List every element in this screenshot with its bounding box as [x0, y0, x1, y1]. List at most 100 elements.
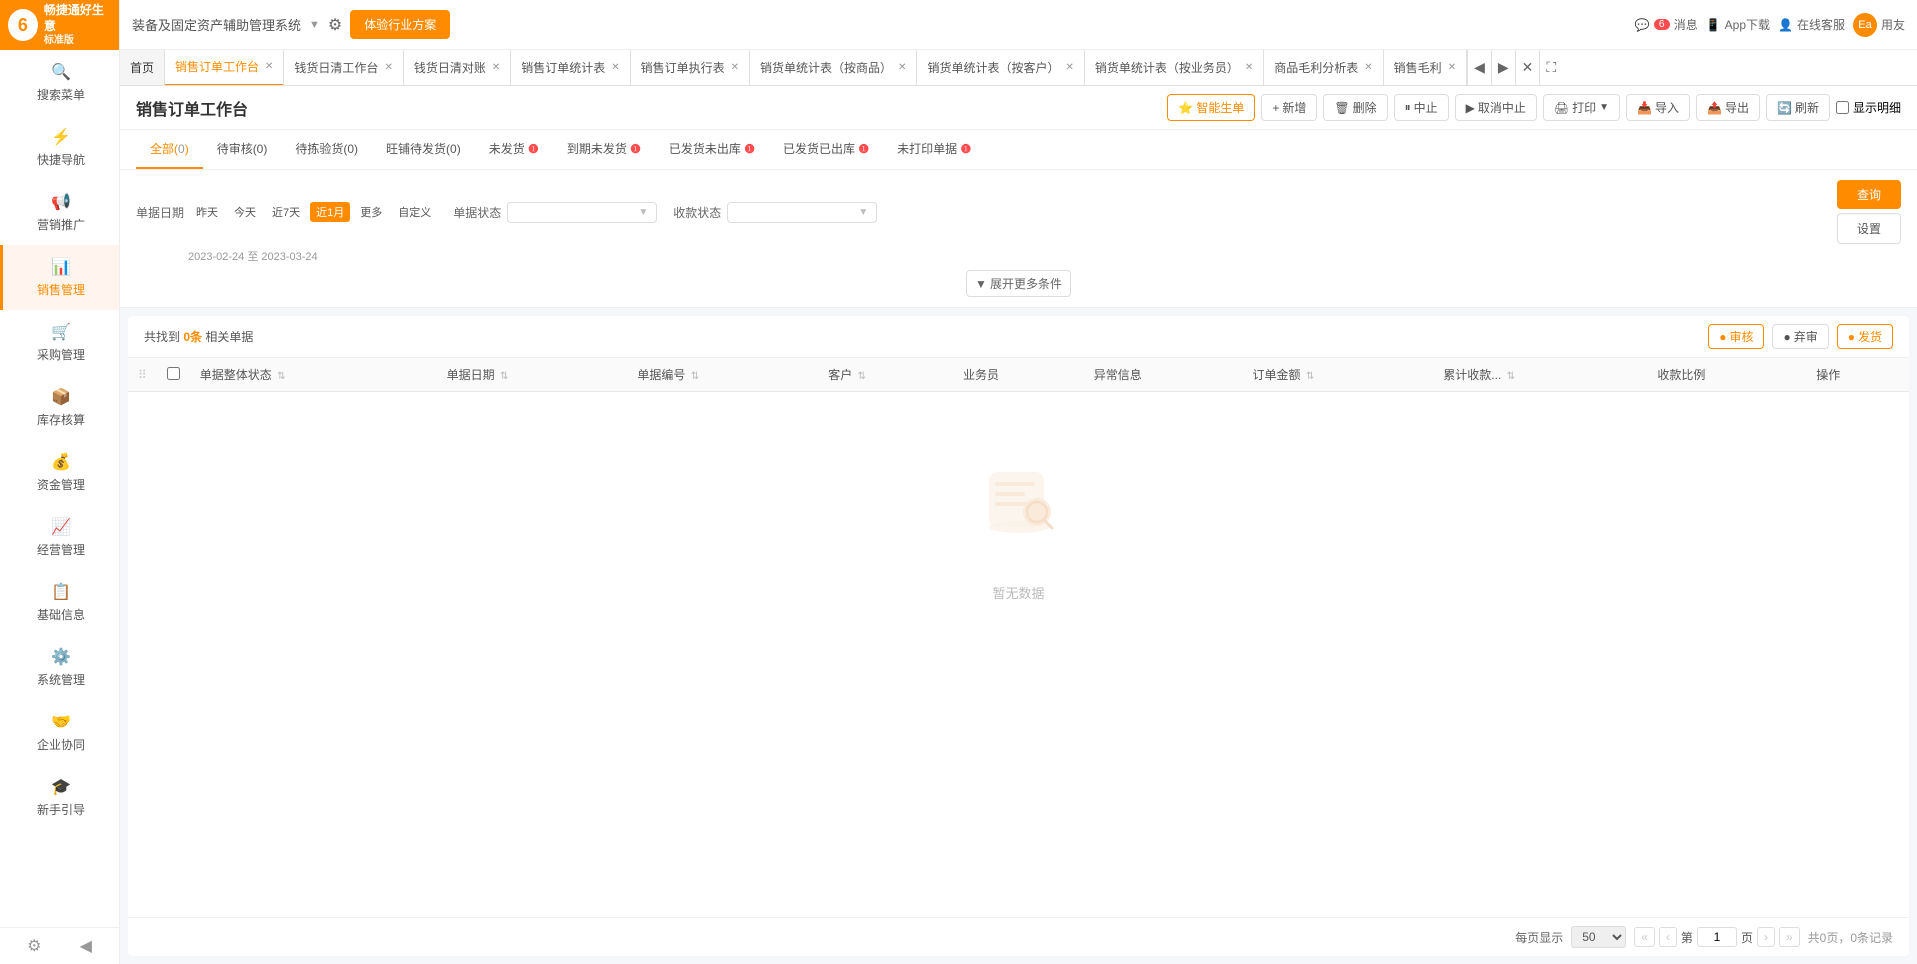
sidebar-item-label: 营销推广 [37, 216, 85, 233]
tab-sales-by-staff[interactable]: 销货单统计表（按业务员） ✕ [1085, 50, 1264, 86]
tab-maximize[interactable]: ⛶ [1539, 50, 1562, 86]
tab-close-icon[interactable]: ✕ [898, 62, 906, 73]
col-date[interactable]: 单据日期 ⇅ [437, 358, 628, 392]
tab-gross-margin[interactable]: 商品毛利分析表 ✕ [1264, 50, 1383, 86]
tab-label: 钱货日清工作台 [294, 59, 378, 76]
sidebar-item-sales[interactable]: 📊 销售管理 [0, 245, 119, 310]
filter-tab-pending-audit[interactable]: 待审核(0) [203, 130, 282, 169]
tab-close-icon[interactable]: ✕ [384, 62, 392, 73]
status-select[interactable]: ▼ [507, 202, 657, 223]
page-first-btn[interactable]: « [1634, 927, 1655, 947]
sidebar-item-search[interactable]: 🔍 搜索菜单 [0, 50, 119, 115]
ship-button[interactable]: ● 发货 [1837, 324, 1893, 349]
page-next-btn[interactable]: › [1757, 927, 1775, 947]
tab-close-icon[interactable]: ✕ [731, 62, 739, 73]
user-menu[interactable]: Ea 用友 [1853, 13, 1905, 37]
filter-tab-not-printed[interactable]: 未打印单据 ❶ [883, 130, 985, 169]
page-size-select[interactable]: 50 10 20 100 [1571, 926, 1626, 948]
filter-tab-shipped-not-out[interactable]: 已发货未出库 ❶ [655, 130, 769, 169]
sidebar-item-finance[interactable]: 💰 资金管理 [0, 440, 119, 505]
tab-close-icon[interactable]: ✕ [1364, 62, 1372, 73]
shortcut-7days[interactable]: 近7天 [266, 202, 306, 222]
expand-conditions-btn[interactable]: ▼ 展开更多条件 [966, 270, 1071, 297]
sidebar-item-business[interactable]: 📈 经营管理 [0, 505, 119, 570]
guide-icon: 🎓 [51, 777, 71, 797]
sidebar-item-baseinfo[interactable]: 📋 基础信息 [0, 570, 119, 635]
col-status[interactable]: 单据整体状态 ⇅ [190, 358, 437, 392]
filter-tab-wangpu[interactable]: 旺铺待发货(0) [372, 130, 475, 169]
refresh-button[interactable]: 🔄 刷新 [1766, 94, 1830, 121]
tab-scroll-left[interactable]: ◀ [1467, 50, 1491, 86]
message-btn[interactable]: 💬 6 消息 [1635, 16, 1698, 33]
sidebar-item-inventory[interactable]: 📦 库存核算 [0, 375, 119, 440]
page-actions: ⭐ 智能生单 + 新增 🗑 删除 ⏸ 中止 ▶ 取消中止 [1167, 94, 1901, 121]
shortcut-more[interactable]: 更多 [354, 202, 388, 222]
sidebar-item-quicknav[interactable]: ⚡ 快捷导航 [0, 115, 119, 180]
tab-close-icon[interactable]: ✕ [611, 62, 619, 73]
shortcut-1month[interactable]: 近1月 [310, 202, 350, 222]
filter-tab-all[interactable]: 全部(0) [136, 130, 203, 169]
tab-close-icon[interactable]: ✕ [1448, 62, 1456, 73]
col-number[interactable]: 单据编号 ⇅ [627, 358, 818, 392]
smart-create-button[interactable]: ⭐ 智能生单 [1167, 94, 1255, 121]
sidebar-settings-btn[interactable]: ⚙ [27, 936, 41, 956]
tab-sales-exec[interactable]: 销售订单执行表 ✕ [631, 50, 750, 86]
show-detail-checkbox[interactable] [1836, 101, 1849, 114]
sidebar-item-system[interactable]: ⚙️ 系统管理 [0, 635, 119, 700]
page-last-btn[interactable]: » [1779, 927, 1800, 947]
print-button[interactable]: 🖨 打印 ▼ [1543, 94, 1620, 121]
page-input[interactable] [1697, 927, 1737, 947]
setting-button[interactable]: 设置 [1837, 213, 1901, 244]
app-download-btn[interactable]: 📱 App下载 [1706, 16, 1770, 33]
tab-close-icon[interactable]: ✕ [265, 61, 273, 72]
col-amount[interactable]: 订单金额 ⇅ [1242, 358, 1433, 392]
reverse-audit-button[interactable]: ● 弃审 [1772, 324, 1828, 349]
filter-tab-not-shipped[interactable]: 未发货 ❶ [475, 130, 553, 169]
checkbox-col-header[interactable] [157, 358, 190, 392]
settings-icon[interactable]: ⚙ [328, 15, 342, 35]
tab-scroll-right[interactable]: ▶ [1491, 50, 1515, 86]
page-size-label: 每页显示 [1515, 929, 1563, 946]
filter-tab-pending-check[interactable]: 待拣验货(0) [281, 130, 372, 169]
shortcut-custom[interactable]: 自定义 [392, 202, 437, 222]
tab-close-icon[interactable]: ✕ [492, 62, 500, 73]
export-button[interactable]: 📤 导出 [1696, 94, 1760, 121]
tab-close-all[interactable]: ✕ [1515, 50, 1540, 86]
tab-sales-by-product[interactable]: 销货单统计表（按商品） ✕ [750, 50, 917, 86]
delete-button[interactable]: 🗑 删除 [1323, 94, 1387, 121]
sidebar-item-marketing[interactable]: 📢 营销推广 [0, 180, 119, 245]
sidebar-item-collaboration[interactable]: 🤝 企业协同 [0, 700, 119, 765]
import-button[interactable]: 📥 导入 [1626, 94, 1690, 121]
tab-close-icon[interactable]: ✕ [1245, 62, 1253, 73]
query-button[interactable]: 查询 [1837, 180, 1901, 209]
message-badge: 6 [1654, 19, 1670, 30]
show-detail-toggle[interactable]: 显示明细 [1836, 99, 1901, 116]
solution-button[interactable]: 体验行业方案 [350, 10, 450, 39]
add-button[interactable]: + 新增 [1261, 94, 1317, 121]
tab-sales-stats[interactable]: 销售订单统计表 ✕ [511, 50, 630, 86]
audit-button[interactable]: ● 审核 [1708, 324, 1764, 349]
filter-tab-overdue[interactable]: 到期未发货 ❶ [553, 130, 655, 169]
select-all-checkbox[interactable] [167, 367, 180, 380]
cancel-pause-button[interactable]: ▶ 取消中止 [1455, 94, 1537, 121]
sidebar-item-guide[interactable]: 🎓 新手引导 [0, 765, 119, 830]
tab-reconciliation[interactable]: 钱货日清对账 ✕ [404, 50, 511, 86]
dropdown-arrow[interactable]: ▼ [309, 19, 320, 31]
shortcut-yesterday[interactable]: 昨天 [190, 202, 224, 222]
sidebar-collapse-btn[interactable]: ◀ [80, 936, 92, 956]
col-accumulated[interactable]: 累计收款... ⇅ [1433, 358, 1647, 392]
page-prev-btn[interactable]: ‹ [1659, 927, 1677, 947]
tab-home[interactable]: 首页 [120, 50, 165, 86]
pause-button[interactable]: ⏸ 中止 [1394, 94, 1449, 121]
tab-sales-by-customer[interactable]: 销货单统计表（按客户） ✕ [917, 50, 1084, 86]
online-service-btn[interactable]: 👤 在线客服 [1778, 16, 1845, 33]
tab-close-icon[interactable]: ✕ [1065, 62, 1073, 73]
shortcut-today[interactable]: 今天 [228, 202, 262, 222]
tab-sales-workbench[interactable]: 销售订单工作台 ✕ [165, 50, 284, 86]
filter-tab-shipped-out[interactable]: 已发货已出库 ❶ [769, 130, 883, 169]
tab-sales-profit[interactable]: 销售毛利 ✕ [1384, 50, 1467, 86]
sidebar-item-purchase[interactable]: 🛒 采购管理 [0, 310, 119, 375]
tab-cash-daily[interactable]: 钱货日清工作台 ✕ [284, 50, 403, 86]
col-customer[interactable]: 客户 ⇅ [818, 358, 953, 392]
payment-select[interactable]: ▼ [727, 202, 877, 223]
